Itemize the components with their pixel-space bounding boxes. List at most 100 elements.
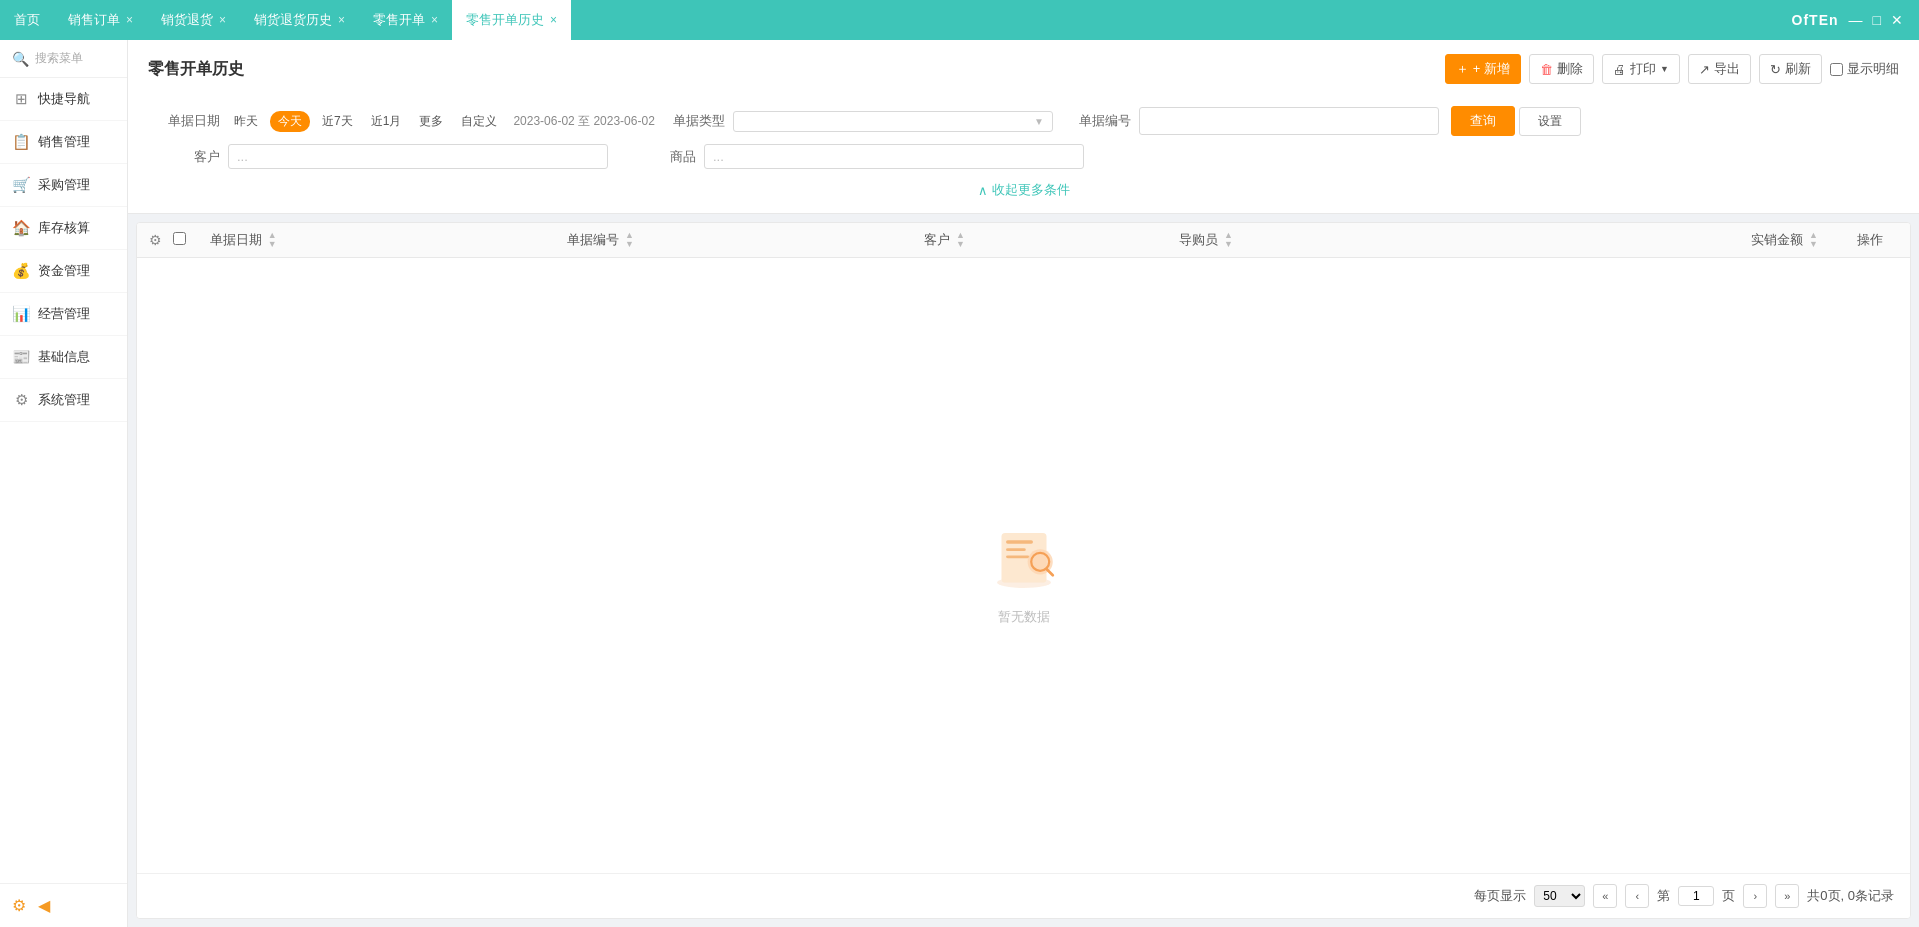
page-prev-btn[interactable]: ‹ [1625,884,1649,908]
refresh-button[interactable]: ↻ 刷新 [1759,54,1822,84]
doc-no-input[interactable] [1139,107,1439,135]
maximize-btn[interactable]: □ [1873,12,1881,28]
per-page-select[interactable]: 50 10 20 100 [1534,885,1585,907]
sidebar-search-label: 搜索菜单 [35,50,83,67]
top-bar-right: OfTEn — □ ✕ [1776,12,1919,28]
product-label: 商品 [624,148,704,166]
th-no-sort[interactable]: ▲▼ [625,231,634,249]
table-settings-icon[interactable]: ⚙ [149,232,162,248]
tab-label-sales-return-history: 销货退货历史 [254,11,332,29]
refresh-icon: ↻ [1770,62,1781,77]
sidebar-item-sales-mgmt[interactable]: 📋销售管理 [0,121,127,164]
th-no[interactable]: 单据编号 ▲▼ [555,223,912,258]
customer-select[interactable]: ... [228,144,608,169]
sidebar-settings-icon[interactable]: ⚙ [12,896,26,915]
sidebar-label-quick-nav: 快捷导航 [38,90,90,108]
table-head: ⚙ 单据日期 ▲▼ [137,223,1910,258]
customer-label: 客户 [148,148,228,166]
product-select[interactable]: ... [704,144,1084,169]
sidebar-icon-operations: 📊 [12,305,30,323]
close-window-btn[interactable]: ✕ [1891,12,1903,28]
tab-close-sales-return[interactable]: × [219,13,226,27]
tab-sales-return[interactable]: 销货退货× [147,0,240,40]
th-customer[interactable]: 客户 ▲▼ [912,223,1167,258]
th-customer-label: 客户 [924,231,950,249]
tab-close-sales-order[interactable]: × [126,13,133,27]
tab-label-retail-open-history: 零售开单历史 [466,11,544,29]
th-salesperson[interactable]: 导购员 ▲▼ [1167,223,1473,258]
collapse-more-btn[interactable]: ∧ 收起更多条件 [148,177,1899,201]
tab-sales-return-history[interactable]: 销货退货历史 × [240,0,359,40]
th-salesperson-sort[interactable]: ▲▼ [1224,231,1233,249]
show-detail-checkbox[interactable] [1830,63,1843,76]
th-no-label: 单据编号 [567,231,619,249]
query-button[interactable]: 查询 [1451,106,1515,136]
sidebar-item-inventory[interactable]: 🏠 库存核算 [0,207,127,250]
sidebar-item-finance[interactable]: 💰资金管理 [0,250,127,293]
tab-sales-order[interactable]: 销售订单× [54,0,147,40]
date-opt-1month[interactable]: 近1月 [365,111,408,132]
settings-filter-button[interactable]: 设置 [1519,107,1581,136]
sidebar-item-quick-nav[interactable]: ⊞快捷导航 [0,78,127,121]
date-opt-today[interactable]: 今天 [270,111,310,132]
toolbar-buttons: ＋ + 新增 🗑 删除 🖨 打印 ▼ ↗ 导出 [1445,54,1899,84]
table-container: ⚙ 单据日期 ▲▼ [136,222,1911,919]
select-all-checkbox[interactable] [173,232,186,245]
page-first-btn[interactable]: « [1593,884,1617,908]
sidebar-item-sys-mgmt[interactable]: ⚙系统管理 [0,379,127,422]
sidebar-item-basic-info[interactable]: 📰基础信息 [0,336,127,379]
tab-close-retail-open-history[interactable]: × [550,13,557,27]
tab-close-sales-return-history[interactable]: × [338,13,345,27]
tab-list: 首页销售订单×销货退货×销货退货历史×零售开单×零售开单历史× [0,0,1776,40]
pagination-bar: 每页显示 50 10 20 100 « ‹ 第 页 › » 共0页, 0条记录 [137,873,1910,918]
sidebar-icon-finance: 💰 [12,262,30,280]
date-opt-7days[interactable]: 近7天 [316,111,359,132]
date-label: 单据日期 [148,112,228,130]
sidebar-item-operations[interactable]: 📊 经营管理 [0,293,127,336]
th-amount[interactable]: 实销金额 ▲▼ [1473,223,1830,258]
sidebar-label-inventory: 库存核算 [38,219,90,237]
print-button[interactable]: 🖨 打印 ▼ [1602,54,1680,84]
data-table: ⚙ 单据日期 ▲▼ [137,223,1910,258]
date-opt-yesterday[interactable]: 昨天 [228,111,264,132]
date-opt-more[interactable]: 更多 [413,111,449,132]
sidebar-label-sys-mgmt: 系统管理 [38,391,90,409]
sidebar-icon-inventory: 🏠 [12,219,30,237]
sidebar-item-purchase-mgmt[interactable]: 🛒采购管理 [0,164,127,207]
export-icon: ↗ [1699,62,1710,77]
sidebar-collapse-icon[interactable]: ◀ [38,896,50,915]
total-text: 共0页, 0条记录 [1807,887,1894,905]
tab-retail-open[interactable]: 零售开单× [359,0,452,40]
sidebar: 🔍 搜索菜单 ⊞快捷导航📋销售管理🛒采购管理 🏠 库存核算 💰资金管理 📊 经营管理 📰基础… [0,40,128,927]
page-next-btn[interactable]: › [1743,884,1767,908]
th-date[interactable]: 单据日期 ▲▼ [198,223,555,258]
add-icon: ＋ [1456,60,1469,78]
show-detail-checkbox-label[interactable]: 显示明细 [1830,60,1899,78]
th-amount-sort[interactable]: ▲▼ [1809,231,1818,249]
svg-rect-3 [1006,548,1026,551]
sidebar-search[interactable]: 🔍 搜索菜单 [0,40,127,78]
doc-type-dropdown-icon: ▼ [1034,116,1044,127]
sidebar-bottom: ⚙ ◀ [0,883,127,927]
doc-type-select[interactable]: ▼ [733,111,1053,132]
tab-retail-open-history[interactable]: 零售开单历史 × [452,0,571,40]
delete-button[interactable]: 🗑 删除 [1529,54,1594,84]
tab-close-retail-open[interactable]: × [431,13,438,27]
empty-state: 暂无数据 [137,258,1910,873]
filter-row-2: 客户 ... 商品 ... [148,144,1899,169]
sidebar-label-operations: 经营管理 [38,305,90,323]
top-bar: 首页销售订单×销货退货×销货退货历史×零售开单×零售开单历史× OfTEn — … [0,0,1919,40]
th-date-sort[interactable]: ▲▼ [268,231,277,249]
tab-label-home: 首页 [14,11,40,29]
page-title-row: 零售开单历史 ＋ + 新增 🗑 删除 🖨 打印 ▼ [148,54,1899,84]
th-customer-sort[interactable]: ▲▼ [956,231,965,249]
date-opt-custom[interactable]: 自定义 [455,111,503,132]
tab-home[interactable]: 首页 [0,0,54,40]
print-dropdown-icon: ▼ [1660,64,1669,74]
minimize-btn[interactable]: — [1849,12,1863,28]
page-last-btn[interactable]: » [1775,884,1799,908]
export-button[interactable]: ↗ 导出 [1688,54,1751,84]
page-number-input[interactable] [1678,886,1714,906]
sidebar-label-sales-mgmt: 销售管理 [38,133,90,151]
add-button[interactable]: ＋ + 新增 [1445,54,1521,84]
